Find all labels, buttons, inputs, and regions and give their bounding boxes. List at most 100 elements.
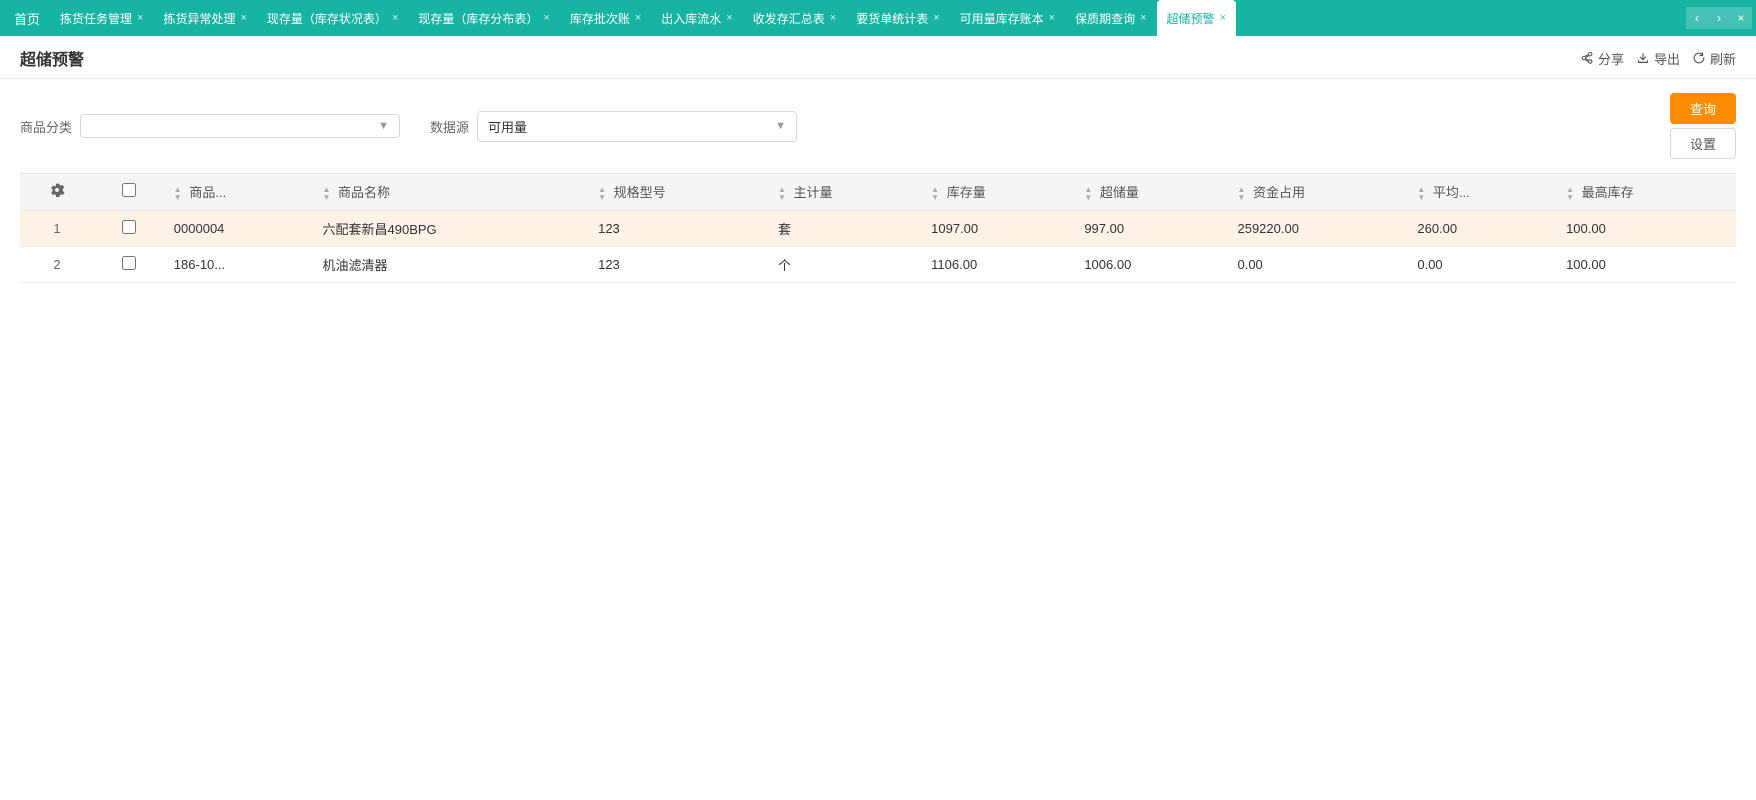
nav-prev-button[interactable]: ‹ — [1686, 7, 1708, 29]
col-spec-label: 规格型号 — [614, 185, 666, 200]
nav-tab-order-stats-label: 要货单统计表 — [856, 10, 928, 27]
nav-tab-inventory-status[interactable]: 现存量（库存状况表） × — [257, 0, 408, 36]
settings-button[interactable]: 设置 — [1670, 128, 1736, 159]
nav-tab-task-mgmt[interactable]: 拣货任务管理 × — [50, 0, 153, 36]
nav-close-button[interactable]: × — [1730, 7, 1752, 29]
row-maxstock-1: 100.00 — [1556, 246, 1736, 282]
export-icon — [1636, 51, 1650, 65]
row-num-1: 2 — [20, 246, 94, 282]
nav-tab-summary-label: 收发存汇总表 — [753, 10, 825, 27]
table-container: ▲▼ 商品... ▲▼ 商品名称 ▲▼ 规格型号 ▲▼ 主计量 ▲▼ 库存量 — [0, 173, 1756, 283]
nav-tab-order-stats[interactable]: 要货单统计表 × — [846, 0, 949, 36]
nav-tab-expiry-label: 保质期查询 — [1075, 10, 1135, 27]
export-label: 导出 — [1654, 49, 1680, 68]
nav-tab-overstock-label: 超储预警 — [1167, 10, 1215, 27]
sort-icon-code: ▲▼ — [174, 186, 182, 202]
nav-tab-abnormal-close[interactable]: × — [240, 12, 246, 24]
col-capital-label: 资金占用 — [1253, 185, 1305, 200]
row-unit-1: 个 — [768, 246, 921, 282]
col-avg-label: 平均... — [1433, 185, 1470, 200]
nav-tab-abnormal-label: 拣货异常处理 — [163, 10, 235, 27]
overstock-table: ▲▼ 商品... ▲▼ 商品名称 ▲▼ 规格型号 ▲▼ 主计量 ▲▼ 库存量 — [20, 173, 1736, 283]
table-row: 1 0000004 六配套新昌490BPG 123 套 1097.00 997.… — [20, 210, 1736, 246]
nav-tab-home[interactable]: 首页 — [4, 0, 50, 36]
sort-icon-maxstock: ▲▼ — [1566, 186, 1574, 202]
col-checkbox-header — [94, 174, 164, 211]
datasource-filter: 数据源 可用量 ▼ — [430, 111, 797, 142]
refresh-icon — [1692, 51, 1706, 65]
category-select[interactable]: ▼ — [80, 114, 400, 138]
row-unit-0: 套 — [768, 210, 921, 246]
refresh-button[interactable]: 刷新 — [1692, 49, 1736, 68]
row-checkbox-0[interactable] — [122, 220, 136, 234]
nav-tab-inventory-dist-close[interactable]: × — [543, 12, 549, 24]
sort-icon-capital: ▲▼ — [1237, 186, 1245, 202]
col-settings-header — [20, 174, 94, 211]
category-filter: 商品分类 ▼ — [20, 114, 400, 138]
query-button[interactable]: 查询 — [1670, 93, 1736, 124]
nav-tab-order-stats-close[interactable]: × — [933, 12, 939, 24]
col-name-header[interactable]: ▲▼ 商品名称 — [313, 174, 589, 211]
datasource-label: 数据源 — [430, 117, 469, 136]
sort-icon-avg: ▲▼ — [1417, 186, 1425, 202]
col-code-header[interactable]: ▲▼ 商品... — [164, 174, 313, 211]
nav-tab-flow-label: 出入库流水 — [661, 10, 721, 27]
nav-tab-task-mgmt-close[interactable]: × — [137, 12, 143, 24]
row-overstock-0: 997.00 — [1074, 210, 1227, 246]
gear-header-icon[interactable] — [49, 182, 65, 198]
nav-tab-abnormal[interactable]: 拣货异常处理 × — [153, 0, 256, 36]
top-navigation: 首页 拣货任务管理 × 拣货异常处理 × 现存量（库存状况表） × 现存量（库存… — [0, 0, 1756, 36]
datasource-value: 可用量 — [488, 117, 775, 136]
category-label: 商品分类 — [20, 117, 72, 136]
col-maxstock-label: 最高库存 — [1582, 185, 1634, 200]
col-maxstock-header[interactable]: ▲▼ 最高库存 — [1556, 174, 1736, 211]
header-actions: 分享 导出 刷新 — [1580, 49, 1736, 68]
row-stock-0: 1097.00 — [921, 210, 1074, 246]
datasource-select[interactable]: 可用量 ▼ — [477, 111, 797, 142]
row-checkbox-1[interactable] — [122, 256, 136, 270]
select-all-checkbox[interactable] — [122, 183, 136, 197]
nav-tab-flow-close[interactable]: × — [726, 12, 732, 24]
nav-arrow-group: ‹ › × — [1686, 7, 1752, 29]
sort-icon-overstock: ▲▼ — [1084, 186, 1092, 202]
nav-tab-available-account-close[interactable]: × — [1049, 12, 1055, 24]
row-spec-0: 123 — [588, 210, 768, 246]
row-code-1: 186-10... — [164, 246, 313, 282]
nav-tab-expiry[interactable]: 保质期查询 × — [1065, 0, 1156, 36]
col-spec-header[interactable]: ▲▼ 规格型号 — [588, 174, 768, 211]
row-spec-1: 123 — [588, 246, 768, 282]
row-num-0: 1 — [20, 210, 94, 246]
col-unit-header[interactable]: ▲▼ 主计量 — [768, 174, 921, 211]
nav-tab-summary-close[interactable]: × — [830, 12, 836, 24]
datasource-arrow-icon: ▼ — [775, 120, 786, 132]
nav-next-button[interactable]: › — [1708, 7, 1730, 29]
category-select-arrow-icon: ▼ — [378, 120, 389, 132]
share-button[interactable]: 分享 — [1580, 49, 1624, 68]
row-checkbox-cell-0 — [94, 210, 164, 246]
col-overstock-header[interactable]: ▲▼ 超储量 — [1074, 174, 1227, 211]
col-stock-label: 库存量 — [947, 185, 986, 200]
col-name-label: 商品名称 — [338, 185, 390, 200]
nav-tab-overstock-close[interactable]: × — [1220, 12, 1226, 24]
nav-tab-expiry-close[interactable]: × — [1140, 12, 1146, 24]
nav-tab-inventory-dist-label: 现存量（库存分布表） — [418, 10, 538, 27]
col-avg-header[interactable]: ▲▼ 平均... — [1407, 174, 1556, 211]
col-capital-header[interactable]: ▲▼ 资金占用 — [1227, 174, 1407, 211]
nav-tab-batch-account[interactable]: 库存批次账 × — [560, 0, 651, 36]
export-button[interactable]: 导出 — [1636, 49, 1680, 68]
row-avg-0: 260.00 — [1407, 210, 1556, 246]
sort-icon-unit: ▲▼ — [778, 186, 786, 202]
nav-tab-inventory-dist[interactable]: 现存量（库存分布表） × — [408, 0, 559, 36]
nav-tab-batch-account-close[interactable]: × — [635, 12, 641, 24]
nav-tab-available-account[interactable]: 可用量库存账本 × — [950, 0, 1065, 36]
nav-tab-flow[interactable]: 出入库流水 × — [651, 0, 742, 36]
nav-tab-overstock[interactable]: 超储预警 × — [1157, 0, 1236, 36]
row-maxstock-0: 100.00 — [1556, 210, 1736, 246]
col-stock-header[interactable]: ▲▼ 库存量 — [921, 174, 1074, 211]
refresh-label: 刷新 — [1710, 49, 1736, 68]
nav-tab-summary[interactable]: 收发存汇总表 × — [743, 0, 846, 36]
row-overstock-1: 1006.00 — [1074, 246, 1227, 282]
nav-tab-inventory-status-close[interactable]: × — [392, 12, 398, 24]
filter-buttons: 查询 设置 — [1670, 93, 1736, 159]
row-code-0: 0000004 — [164, 210, 313, 246]
